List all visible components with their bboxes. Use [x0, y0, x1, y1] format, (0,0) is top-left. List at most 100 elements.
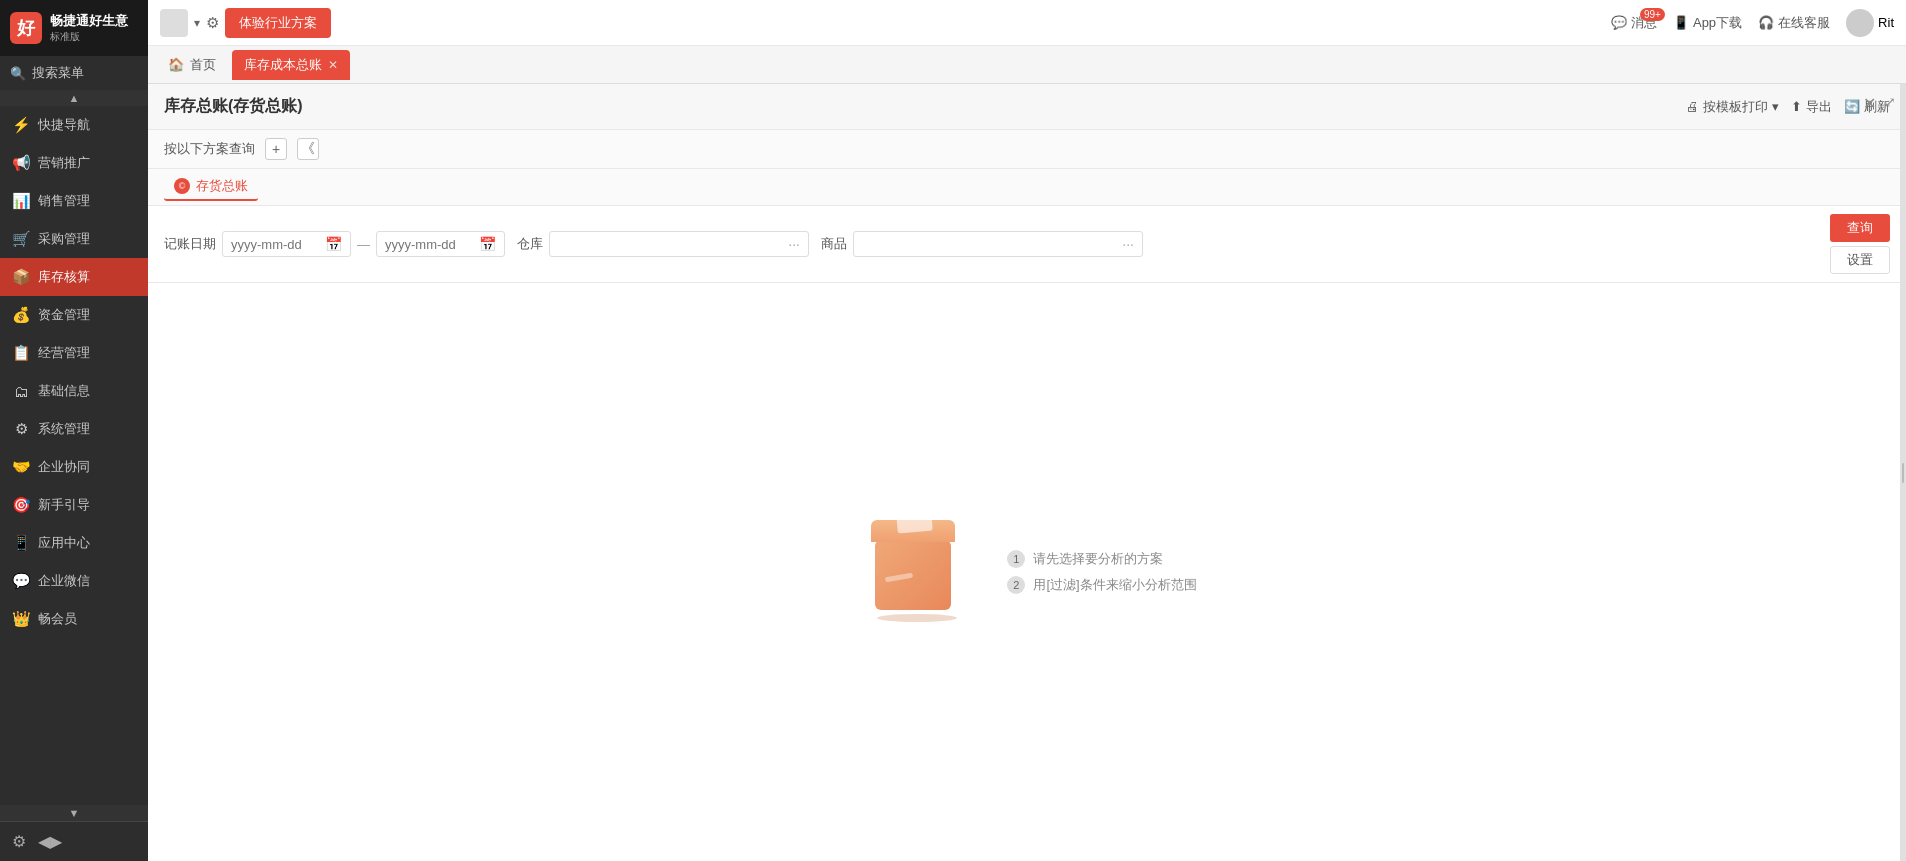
page-close-btn[interactable]: ✕: [1863, 94, 1876, 113]
product-label: 商品: [821, 235, 847, 253]
logo-icon: 好: [10, 12, 42, 44]
topbar-right: 💬 消息 99+ 📱 App下载 🎧 在线客服 Rit: [1611, 9, 1894, 37]
tabs-bar: 🏠 首页 库存成本总账 ✕: [148, 46, 1906, 84]
home-icon: 🏠: [168, 57, 184, 72]
warehouse-select[interactable]: ···: [549, 231, 809, 257]
topbar-left: ▾ ⚙ 体验行业方案: [160, 8, 1603, 38]
date-separator: —: [357, 237, 370, 252]
resize-handle[interactable]: [1900, 84, 1906, 861]
filter-collapse-btn[interactable]: 《: [297, 138, 319, 160]
topbar-dropdown-arrow[interactable]: ▾: [194, 16, 200, 30]
system-icon: ⚙: [12, 420, 30, 438]
query-btn[interactable]: 查询: [1830, 214, 1890, 242]
empty-hint-2: 2 用[过滤]条件来缩小分析范围: [1007, 576, 1196, 594]
app-download-btn[interactable]: 📱 App下载: [1673, 14, 1742, 32]
sidebar-item-sales[interactable]: 📊 销售管理: [0, 182, 148, 220]
settings-icon[interactable]: ⚙: [12, 832, 26, 851]
tab-inventory-cost-label: 库存成本总账: [244, 56, 322, 74]
service-btn[interactable]: 🎧 在线客服: [1758, 14, 1830, 32]
topbar: ▾ ⚙ 体验行业方案 💬 消息 99+ 📱 App下载 🎧 在线客服 Rit: [148, 0, 1906, 46]
export-btn[interactable]: ⬆ 导出: [1791, 98, 1832, 116]
user-name: Rit: [1878, 15, 1894, 30]
warehouse-label: 仓库: [517, 235, 543, 253]
sidebar-item-appstore[interactable]: 📱 应用中心: [0, 524, 148, 562]
calendar-end-icon: 📅: [479, 236, 496, 252]
scroll-down-icon[interactable]: ▼: [69, 807, 80, 819]
sidebar-item-label: 新手引导: [38, 496, 90, 514]
phone-icon: 📱: [1673, 15, 1689, 30]
sidebar-item-purchase[interactable]: 🛒 采购管理: [0, 220, 148, 258]
member-icon: 👑: [12, 610, 30, 628]
date-label: 记账日期: [164, 235, 216, 253]
sidebar-item-operation[interactable]: 📋 经营管理: [0, 334, 148, 372]
industry-btn[interactable]: 体验行业方案: [225, 8, 331, 38]
newbie-icon: 🎯: [12, 496, 30, 514]
action-btns: 查询 设置: [1830, 214, 1890, 274]
print-dropdown-icon: ▾: [1772, 99, 1779, 114]
page-header: 库存总账(存货总账) 🖨 按模板打印 ▾ ⬆ 导出 🔄 刷新 ✕ ⤢: [148, 84, 1906, 130]
empty-illustration: [857, 512, 977, 632]
sidebar: 好 畅捷通好生意 标准版 🔍 搜索菜单 ▲ ⚡ 快捷导航 📢 营销推广 📊 销售…: [0, 0, 148, 861]
appstore-icon: 📱: [12, 534, 30, 552]
settings-btn[interactable]: 设置: [1830, 246, 1890, 274]
print-btn[interactable]: 🖨 按模板打印 ▾: [1686, 98, 1779, 116]
date-start-input[interactable]: 📅: [222, 231, 351, 257]
sidebar-item-basic[interactable]: 🗂 基础信息: [0, 372, 148, 410]
export-icon: ⬆: [1791, 99, 1802, 114]
sidebar-item-finance[interactable]: 💰 资金管理: [0, 296, 148, 334]
headset-icon: 🎧: [1758, 15, 1774, 30]
date-start-field[interactable]: [231, 237, 321, 252]
sidebar-item-enterprise[interactable]: 🤝 企业协同: [0, 448, 148, 486]
product-more-icon: ···: [1122, 236, 1134, 252]
warehouse-more-icon: ···: [788, 236, 800, 252]
msg-icon: 💬: [1611, 15, 1627, 30]
tab-inventory-cost[interactable]: 库存成本总账 ✕: [232, 50, 350, 80]
service-label: 在线客服: [1778, 14, 1830, 32]
topbar-avatar: [160, 9, 188, 37]
tab-close-icon[interactable]: ✕: [328, 58, 338, 72]
tab-home-label: 首页: [190, 56, 216, 74]
tab-home[interactable]: 🏠 首页: [156, 50, 228, 80]
marketing-icon: 📢: [12, 154, 30, 172]
sidebar-item-system[interactable]: ⚙ 系统管理: [0, 410, 148, 448]
empty-hint-1: 1 请先选择要分析的方案: [1007, 550, 1196, 568]
sidebar-item-label: 销售管理: [38, 192, 90, 210]
sales-icon: 📊: [12, 192, 30, 210]
date-end-field[interactable]: [385, 237, 475, 252]
purchase-icon: 🛒: [12, 230, 30, 248]
scroll-up-icon[interactable]: ▲: [69, 92, 80, 104]
sidebar-item-shortcut[interactable]: ⚡ 快捷导航: [0, 106, 148, 144]
msg-btn[interactable]: 💬 消息 99+: [1611, 14, 1657, 32]
sidebar-item-label: 库存核算: [38, 268, 90, 286]
filter-add-btn[interactable]: +: [265, 138, 287, 160]
user-menu[interactable]: Rit: [1846, 9, 1894, 37]
page-title: 库存总账(存货总账): [164, 96, 303, 117]
scheme-item-cuhezh[interactable]: © 存货总账: [164, 173, 258, 201]
sidebar-item-wechat[interactable]: 💬 企业微信: [0, 562, 148, 600]
hint-num-2: 2: [1007, 576, 1025, 594]
sidebar-item-label: 快捷导航: [38, 116, 90, 134]
print-icon: 🖨: [1686, 99, 1699, 114]
page-expand-btn[interactable]: ⤢: [1884, 94, 1896, 110]
filter-inputs: 记账日期 📅 — 📅 仓库 ··· 商品: [148, 206, 1906, 283]
hint-num-1: 1: [1007, 550, 1025, 568]
sidebar-item-label: 采购管理: [38, 230, 90, 248]
date-group: 记账日期 📅 — 📅: [164, 231, 505, 257]
page-content: 库存总账(存货总账) 🖨 按模板打印 ▾ ⬆ 导出 🔄 刷新 ✕ ⤢: [148, 84, 1906, 861]
wechat-icon: 💬: [12, 572, 30, 590]
date-end-input[interactable]: 📅: [376, 231, 505, 257]
filter-label: 按以下方案查询: [164, 140, 255, 158]
sidebar-item-marketing[interactable]: 📢 营销推广: [0, 144, 148, 182]
sidebar-item-member[interactable]: 👑 畅会员: [0, 600, 148, 638]
topbar-gear-icon[interactable]: ⚙: [206, 14, 219, 32]
sidebar-item-newbie[interactable]: 🎯 新手引导: [0, 486, 148, 524]
inventory-icon: 📦: [12, 268, 30, 286]
app-label: App下载: [1693, 14, 1742, 32]
app-logo: 好 畅捷通好生意 标准版: [0, 0, 148, 56]
empty-text: 1 请先选择要分析的方案 2 用[过滤]条件来缩小分析范围: [1007, 550, 1196, 594]
product-select[interactable]: ···: [853, 231, 1143, 257]
collapse-icon[interactable]: ◀▶: [38, 832, 62, 851]
search-menu[interactable]: 🔍 搜索菜单: [0, 56, 148, 90]
sidebar-item-inventory[interactable]: 📦 库存核算: [0, 258, 148, 296]
sidebar-item-label: 畅会员: [38, 610, 77, 628]
